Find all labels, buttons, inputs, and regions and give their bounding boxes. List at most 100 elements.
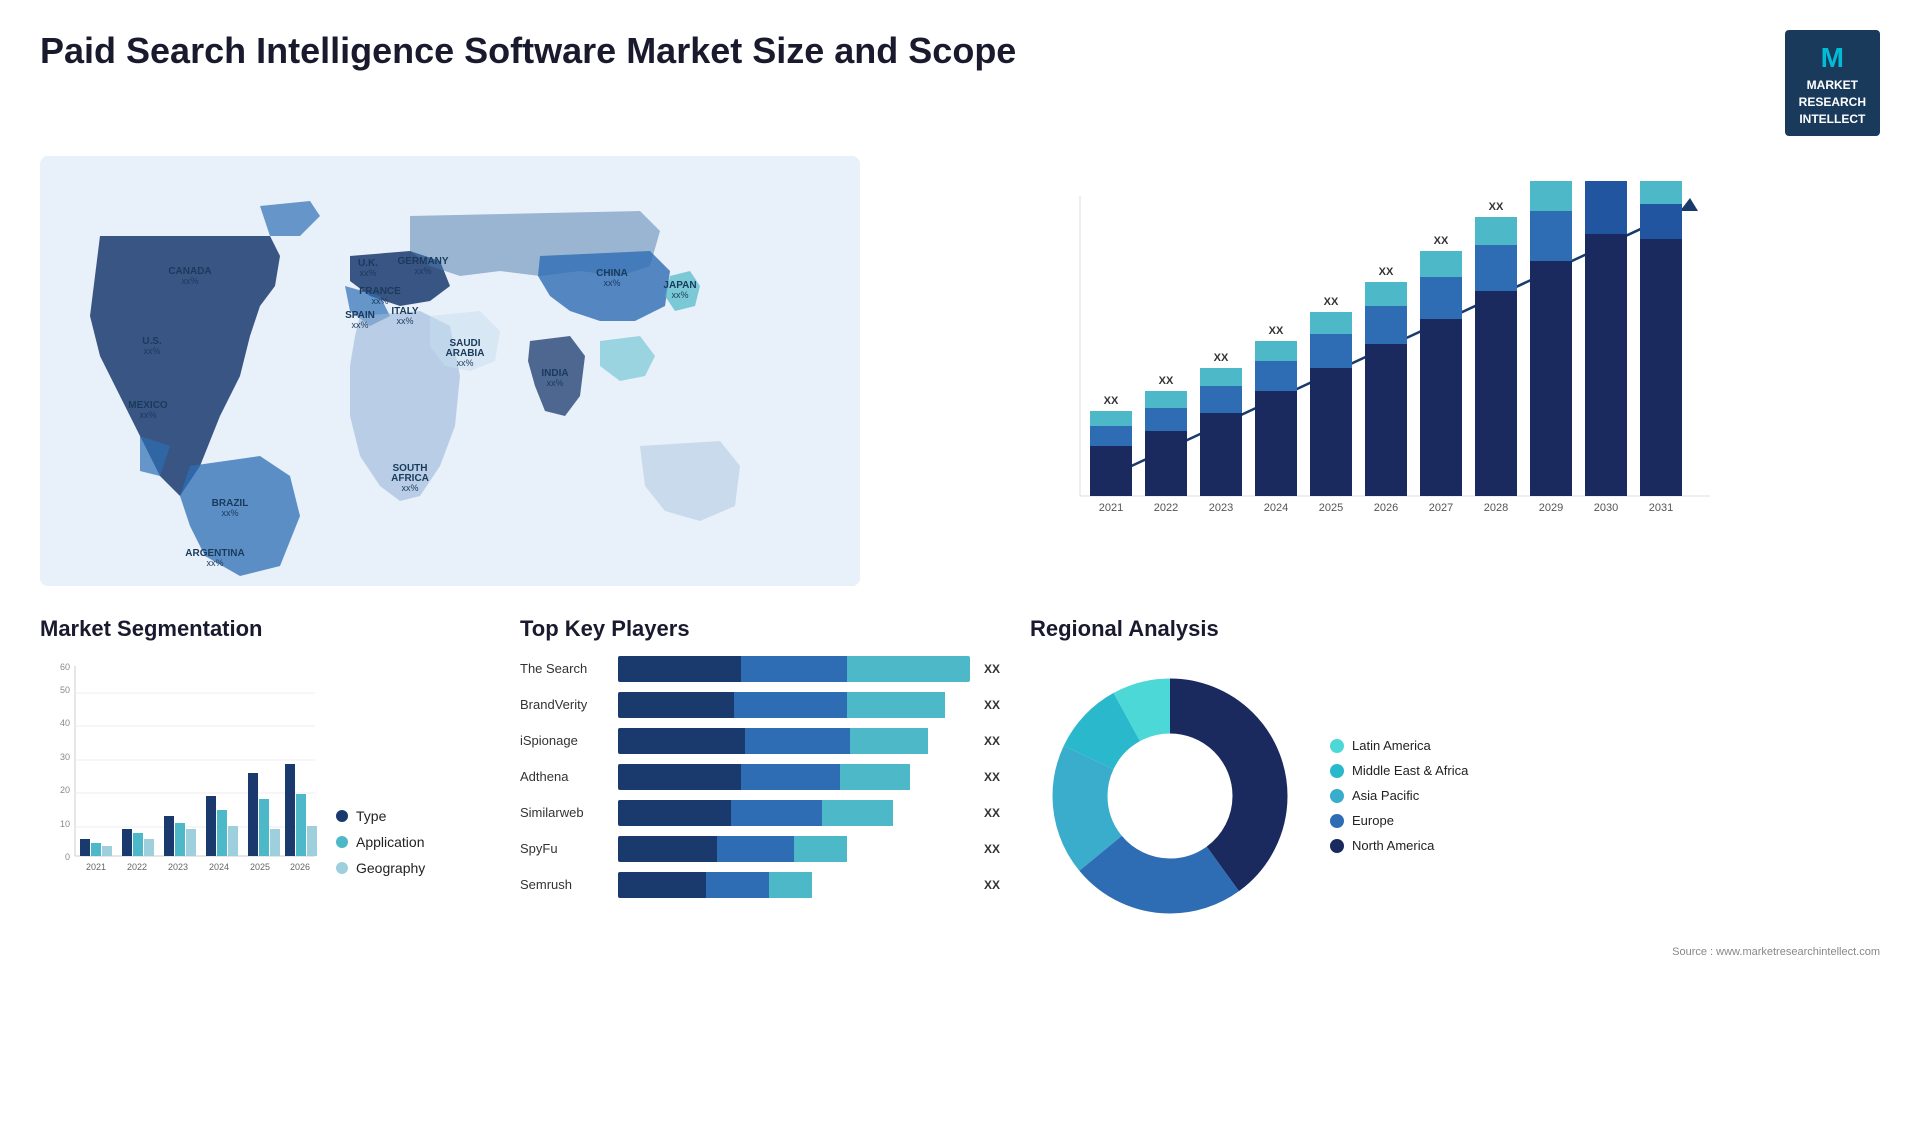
logo-m: M (1821, 42, 1844, 73)
player-row-7: Semrush XX (520, 872, 1000, 898)
top-section: CANADA xx% U.S. xx% MEXICO xx% BRAZIL xx… (40, 156, 1880, 586)
svg-text:2026: 2026 (1374, 502, 1398, 514)
legend-dot-geography (336, 862, 348, 874)
player-val-7: XX (984, 878, 1000, 892)
svg-text:xx%: xx% (546, 378, 563, 388)
reg-dot-mea (1330, 764, 1344, 778)
player-row-6: SpyFu XX (520, 836, 1000, 862)
svg-text:2027: 2027 (1429, 502, 1453, 514)
player-bar-2 (618, 692, 970, 718)
svg-text:2021: 2021 (86, 862, 106, 872)
svg-text:XX: XX (1269, 325, 1284, 337)
players-title: Top Key Players (520, 616, 1000, 642)
page-header: Paid Search Intelligence Software Market… (40, 30, 1880, 136)
svg-text:XX: XX (1544, 176, 1559, 179)
svg-text:xx%: xx% (414, 266, 431, 276)
player-row-3: iSpionage XX (520, 728, 1000, 754)
svg-text:xx%: xx% (671, 290, 688, 300)
player-row-5: Similarweb XX (520, 800, 1000, 826)
svg-text:2029: 2029 (1539, 502, 1563, 514)
svg-text:30: 30 (60, 752, 70, 762)
legend-dot-type (336, 810, 348, 822)
svg-text:60: 60 (60, 662, 70, 672)
player-name-3: iSpionage (520, 733, 610, 748)
logo-line3: INTELLECT (1799, 112, 1865, 126)
player-name-7: Semrush (520, 877, 610, 892)
svg-text:2024: 2024 (1264, 502, 1288, 514)
svg-text:2025: 2025 (1319, 502, 1343, 514)
player-bar-1 (618, 656, 970, 682)
page-title: Paid Search Intelligence Software Market… (40, 30, 1016, 72)
legend-geography: Geography (336, 860, 425, 876)
svg-text:xx%: xx% (401, 483, 418, 493)
svg-text:2023: 2023 (1209, 502, 1233, 514)
reg-label-north-america: North America (1352, 838, 1434, 853)
reg-dot-latin-america (1330, 739, 1344, 753)
svg-text:xx%: xx% (206, 558, 223, 568)
svg-text:xx%: xx% (351, 320, 368, 330)
reg-dot-europe (1330, 814, 1344, 828)
players-section: Top Key Players The Search XX BrandVerit… (520, 616, 1000, 958)
player-name-5: Similarweb (520, 805, 610, 820)
segmentation-chart: 0 10 20 30 40 50 60 2021 (40, 656, 320, 896)
logo-line2: RESEARCH (1799, 95, 1866, 109)
svg-text:2031: 2031 (1649, 502, 1673, 514)
reg-legend-mea: Middle East & Africa (1330, 763, 1468, 778)
svg-text:0: 0 (65, 852, 70, 862)
player-row-2: BrandVerity XX (520, 692, 1000, 718)
legend-type: Type (336, 808, 425, 824)
segmentation-legend: Type Application Geography (336, 808, 425, 896)
player-bar-6 (618, 836, 970, 862)
legend-label-geography: Geography (356, 860, 425, 876)
svg-text:XX: XX (1104, 395, 1119, 407)
svg-text:xx%: xx% (603, 278, 620, 288)
player-val-4: XX (984, 770, 1000, 784)
player-bar-4 (618, 764, 970, 790)
player-name-6: SpyFu (520, 841, 610, 856)
reg-dot-north-america (1330, 839, 1344, 853)
reg-legend-europe: Europe (1330, 813, 1468, 828)
svg-text:2023: 2023 (168, 862, 188, 872)
svg-text:xx%: xx% (143, 346, 160, 356)
player-val-3: XX (984, 734, 1000, 748)
reg-legend-asia-pacific: Asia Pacific (1330, 788, 1468, 803)
reg-legend-latin-america: Latin America (1330, 738, 1468, 753)
segmentation-section: Market Segmentation 0 10 20 30 40 50 60 (40, 616, 490, 958)
svg-text:xx%: xx% (359, 268, 376, 278)
player-val-2: XX (984, 698, 1000, 712)
reg-label-mea: Middle East & Africa (1352, 763, 1468, 778)
svg-text:2022: 2022 (1154, 502, 1178, 514)
player-name-2: BrandVerity (520, 697, 610, 712)
svg-text:xx%: xx% (181, 276, 198, 286)
player-bar-3 (618, 728, 970, 754)
legend-dot-application (336, 836, 348, 848)
svg-text:40: 40 (60, 718, 70, 728)
svg-text:XX: XX (1159, 375, 1174, 387)
reg-dot-asia-pacific (1330, 789, 1344, 803)
player-row-1: The Search XX (520, 656, 1000, 682)
svg-text:2026: 2026 (290, 862, 310, 872)
svg-text:XX: XX (1324, 296, 1339, 308)
regional-legend: Latin America Middle East & Africa Asia … (1330, 738, 1468, 853)
bar-chart: XX 2021 XX 2022 XX 2023 XX 2024 XX (880, 156, 1880, 586)
svg-text:xx%: xx% (456, 358, 473, 368)
player-bar-5 (618, 800, 970, 826)
svg-text:20: 20 (60, 785, 70, 795)
legend-application: Application (336, 834, 425, 850)
svg-text:XX: XX (1489, 201, 1504, 213)
player-val-5: XX (984, 806, 1000, 820)
svg-text:XX: XX (1379, 266, 1394, 278)
svg-text:XX: XX (1434, 235, 1449, 247)
svg-text:2030: 2030 (1594, 502, 1618, 514)
legend-label-type: Type (356, 808, 386, 824)
svg-text:xx%: xx% (396, 316, 413, 326)
player-name-1: The Search (520, 661, 610, 676)
regional-inner: Latin America Middle East & Africa Asia … (1030, 656, 1880, 936)
player-row-4: Adthena XX (520, 764, 1000, 790)
svg-text:xx%: xx% (139, 410, 156, 420)
logo: M MARKET RESEARCH INTELLECT (1785, 30, 1880, 136)
svg-text:2028: 2028 (1484, 502, 1508, 514)
reg-label-asia-pacific: Asia Pacific (1352, 788, 1419, 803)
player-name-4: Adthena (520, 769, 610, 784)
player-val-1: XX (984, 662, 1000, 676)
